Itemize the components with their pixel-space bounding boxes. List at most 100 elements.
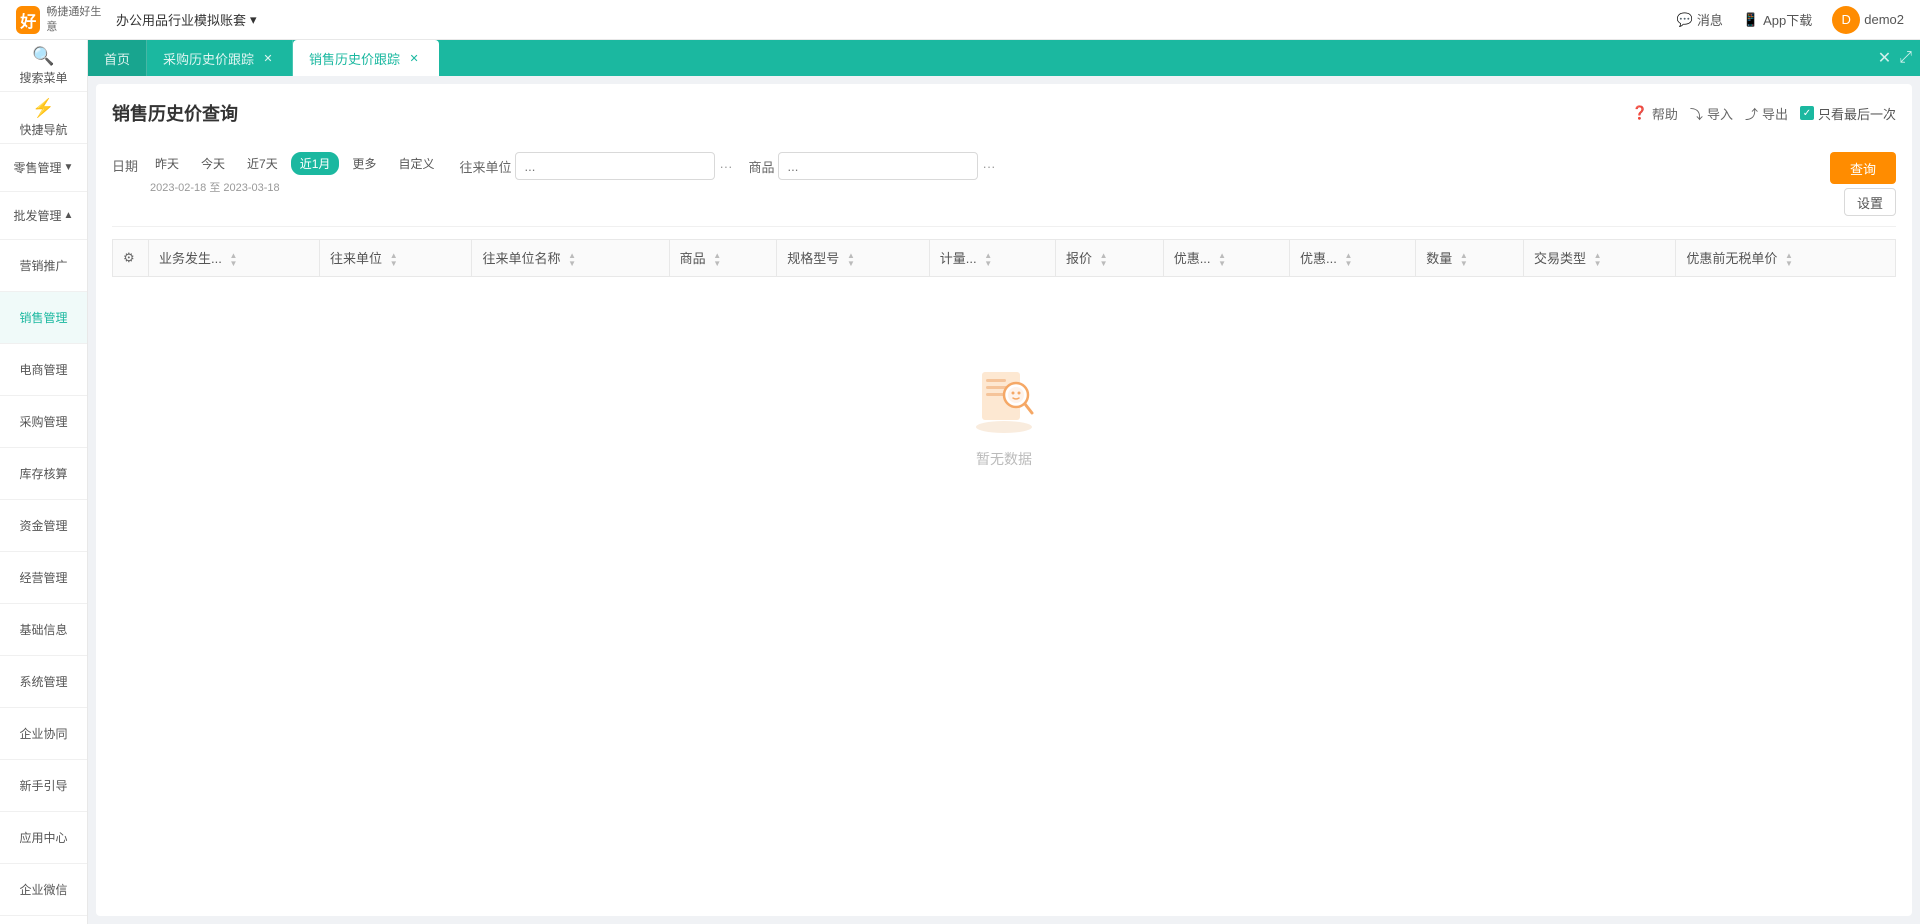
export-button[interactable]: ⤴ 导出 [1745,104,1788,123]
tab-purchase-history[interactable]: 采购历史价跟踪 ✕ [147,40,293,76]
empty-illustration [964,357,1044,437]
sidebar-item-enterprise-collab[interactable]: 企业协同 [0,708,87,760]
sidebar-item-new-guide[interactable]: 新手引导 [0,760,87,812]
search-icon: 🔍 [32,46,54,67]
tab-sales-history-close[interactable]: ✕ [406,50,422,66]
settings-button[interactable]: 设置 [1844,188,1896,216]
sidebar-item-retail-mgmt[interactable]: 零售管理 ▼ [0,144,87,192]
sidebar-item-sales-mgmt[interactable]: 销售管理 [0,292,87,344]
th-discount1[interactable]: 优惠... ▲▼ [1163,240,1289,277]
close-tab-btn[interactable]: ✕ [1878,48,1891,68]
lightning-icon: ⚡ [32,98,54,119]
date-filter-label: 日期 [112,152,138,175]
logo-text: 畅捷通好生意 [46,5,104,34]
data-table: ⚙ 业务发生... ▲▼ 往来单位 ▲▼ 往来单位名称 ▲▼ [112,239,1896,549]
maximize-btn[interactable]: ⤢ [1899,49,1912,67]
tab-sales-history[interactable]: 销售历史价跟踪 ✕ [293,40,439,76]
import-icon: ⤵ [1690,104,1703,123]
sidebar-item-label: 资金管理 [19,517,67,534]
date-btn-last7days[interactable]: 近7天 [238,152,287,175]
avatar: D [1832,6,1860,34]
tab-home-label: 首页 [104,49,130,68]
sidebar-item-label: 系统管理 [19,673,67,690]
th-biz-date[interactable]: 业务发生... ▲▼ [149,240,320,277]
th-product[interactable]: 商品 ▲▼ [669,240,777,277]
th-spec[interactable]: 规格型号 ▲▼ [777,240,929,277]
help-label: 帮助 [1652,104,1678,123]
app-download-button[interactable]: 📱 App下载 [1743,10,1812,29]
tab-purchase-history-close[interactable]: ✕ [260,50,276,66]
tab-home[interactable]: 首页 [88,40,147,76]
date-btn-last1month[interactable]: 近1月 [291,152,340,175]
sidebar-item-label: 经营管理 [19,569,67,586]
filter-row: 日期 昨天 今天 近7天 近1月 更多 自定义 2023-02-18 至 202… [112,142,1896,227]
app-selector-text: 办公用品行业模拟账套 [116,10,246,29]
message-button[interactable]: 💬 消息 [1677,10,1723,29]
tab-bar-right: ✕ ⤢ [1878,48,1920,68]
message-icon: 💬 [1677,12,1693,28]
sidebar-item-basic-info[interactable]: 基础信息 [0,604,87,656]
sidebar-item-inventory-check[interactable]: 库存核算 [0,448,87,500]
th-unit[interactable]: 计量... ▲▼ [929,240,1055,277]
product-input[interactable] [778,152,978,180]
sidebar-item-search-menu[interactable]: 🔍 搜索菜单 [0,40,87,92]
message-label: 消息 [1697,10,1723,29]
sidebar-item-system-mgmt[interactable]: 系统管理 [0,656,87,708]
sidebar-item-label: 快捷导航 [19,121,67,138]
empty-state: 暂无数据 [113,277,1896,549]
sidebar-item-member[interactable]: 畅会员 [0,916,87,924]
download-icon: 📱 [1743,12,1759,28]
sidebar-item-label: 批发管理 [14,207,62,224]
sidebar-item-operations-mgmt[interactable]: 经营管理 [0,552,87,604]
date-btn-today[interactable]: 今天 [192,152,234,175]
only-last-checkbox[interactable]: ✓ [1800,106,1814,120]
date-btn-more[interactable]: 更多 [343,152,385,175]
page-container: 销售历史价查询 ❓ 帮助 ⤵ 导入 ⤴ 导出 ✓ 只看最后一次 [96,84,1912,916]
table-settings-icon[interactable]: ⚙ [123,250,135,265]
sidebar-item-label: 零售管理 [14,159,62,176]
sidebar: 🔍 搜索菜单 ⚡ 快捷导航 零售管理 ▼ 批发管理 ▲ 营销推广 销售管理 电商… [0,40,88,924]
th-settings: ⚙ [113,240,149,277]
app-selector[interactable]: 办公用品行业模拟账套 ▾ [104,10,269,29]
sidebar-item-finance-mgmt[interactable]: 资金管理 [0,500,87,552]
tab-purchase-history-label: 采购历史价跟踪 [163,49,254,68]
table-header-row: ⚙ 业务发生... ▲▼ 往来单位 ▲▼ 往来单位名称 ▲▼ [113,240,1896,277]
sidebar-item-ecommerce-mgmt[interactable]: 电商管理 [0,344,87,396]
sidebar-item-label: 营销推广 [19,257,67,274]
th-counterparty-name[interactable]: 往来单位名称 ▲▼ [472,240,669,277]
sidebar-item-label: 应用中心 [19,829,67,846]
help-button[interactable]: ❓ 帮助 [1632,104,1678,123]
th-quoted-price[interactable]: 报价 ▲▼ [1056,240,1164,277]
date-range-text: 2023-02-18 至 2023-03-18 [146,179,443,195]
only-last-checkbox-label[interactable]: ✓ 只看最后一次 [1800,104,1896,123]
chevron-down-icon: ▾ [250,12,257,28]
chevron-down-icon: ▼ [64,162,74,173]
th-counterparty-code[interactable]: 往来单位 ▲▼ [320,240,472,277]
date-btn-custom[interactable]: 自定义 [389,152,443,175]
sidebar-item-enterprise-wechat[interactable]: 企业微信 [0,864,87,916]
query-button[interactable]: 查询 [1830,152,1896,184]
export-icon: ⤴ [1745,104,1758,123]
th-trade-type[interactable]: 交易类型 ▲▼ [1523,240,1675,277]
th-pre-tax-price[interactable]: 优惠前无税单价 ▲▼ [1676,240,1896,277]
th-discount2[interactable]: 优惠... ▲▼ [1289,240,1415,277]
sidebar-item-app-center[interactable]: 应用中心 [0,812,87,864]
counterparty-filter: 往来单位 ··· [459,152,732,180]
sidebar-item-wholesale-mgmt[interactable]: 批发管理 ▲ [0,192,87,240]
sidebar-item-label: 采购管理 [19,413,67,430]
sidebar-item-purchase-mgmt[interactable]: 采购管理 [0,396,87,448]
top-bar: 好 畅捷通好生意 办公用品行业模拟账套 ▾ 💬 消息 📱 App下载 D dem… [0,0,1920,40]
sidebar-item-quick-nav[interactable]: ⚡ 快捷导航 [0,92,87,144]
export-label: 导出 [1762,104,1788,123]
date-btn-yesterday[interactable]: 昨天 [146,152,188,175]
th-quantity[interactable]: 数量 ▲▼ [1416,240,1524,277]
sidebar-item-label: 基础信息 [19,621,67,638]
tab-bar: 首页 采购历史价跟踪 ✕ 销售历史价跟踪 ✕ ✕ ⤢ [88,40,1920,76]
counterparty-input[interactable] [515,152,715,180]
top-bar-right: 💬 消息 📱 App下载 D demo2 [1677,6,1904,34]
import-button[interactable]: ⤵ 导入 [1690,104,1733,123]
date-options: 昨天 今天 近7天 近1月 更多 自定义 2023-02-18 至 2023-0… [146,152,443,195]
sidebar-item-marketing-promo[interactable]: 营销推广 [0,240,87,292]
sidebar-item-label: 企业微信 [19,881,67,898]
user-menu[interactable]: D demo2 [1832,6,1904,34]
